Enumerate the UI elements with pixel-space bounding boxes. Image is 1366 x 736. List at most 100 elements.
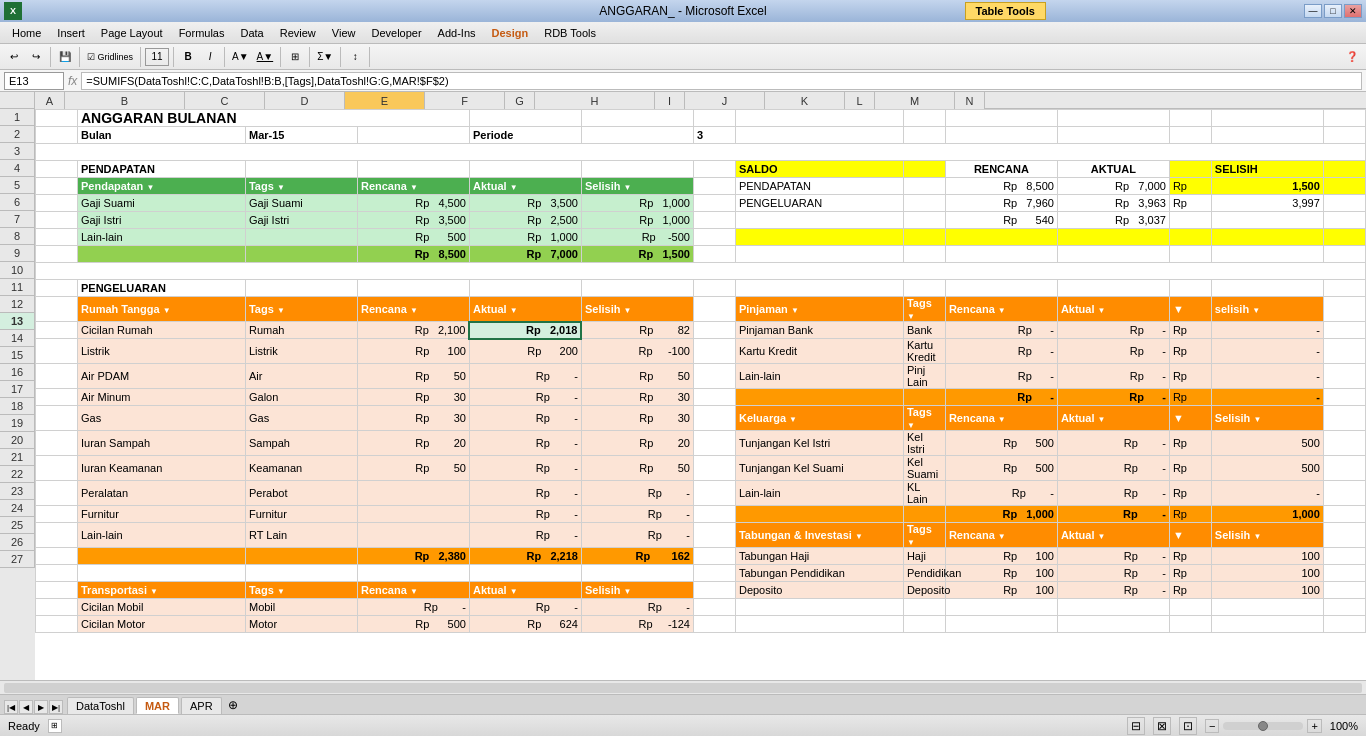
- tabungan-col-header[interactable]: Tabungan & Investasi ▼: [735, 523, 903, 548]
- formula-input[interactable]: [81, 72, 1362, 90]
- cell-e13[interactable]: Rp 2,018: [469, 322, 581, 339]
- row-16: Air Minum Galon Rp 30 Rp - Rp 30 Rp - Rp…: [36, 389, 1366, 406]
- row-header[interactable]: 3: [0, 143, 35, 160]
- keluarga-col-header[interactable]: Keluarga ▼: [735, 406, 903, 431]
- save-button[interactable]: 💾: [55, 47, 75, 67]
- menu-insert[interactable]: Insert: [49, 25, 93, 41]
- rumah-tangga-col-header[interactable]: Rumah Tangga ▼: [77, 297, 245, 322]
- rumah-selisih-col-header[interactable]: Selisih ▼: [581, 297, 693, 322]
- gridlines-checkbox[interactable]: ☑ Gridlines: [84, 47, 136, 67]
- pinj-selisih-col-header-l[interactable]: ▼: [1169, 297, 1211, 322]
- row-header[interactable]: 17: [0, 381, 35, 398]
- row-header[interactable]: 9: [0, 245, 35, 262]
- row-header[interactable]: 22: [0, 466, 35, 483]
- restore-button[interactable]: □: [1324, 4, 1342, 18]
- row-header[interactable]: 13: [0, 313, 35, 330]
- redo-button[interactable]: ↪: [26, 47, 46, 67]
- row-header[interactable]: 7: [0, 211, 35, 228]
- menu-add-ins[interactable]: Add-Ins: [430, 25, 484, 41]
- col-header-H[interactable]: H: [535, 92, 655, 109]
- row-header[interactable]: 10: [0, 262, 35, 279]
- row-header[interactable]: 5: [0, 177, 35, 194]
- menu-data[interactable]: Data: [232, 25, 271, 41]
- row-header[interactable]: 11: [0, 279, 35, 296]
- row-header[interactable]: 15: [0, 347, 35, 364]
- row-header[interactable]: 25: [0, 517, 35, 534]
- row-header[interactable]: 4: [0, 160, 35, 177]
- aktual-col-header[interactable]: Aktual ▼: [469, 178, 581, 195]
- col-header-G[interactable]: G: [505, 92, 535, 109]
- col-header-D[interactable]: D: [265, 92, 345, 109]
- col-header-I[interactable]: I: [655, 92, 685, 109]
- toolbar: ↩ ↪ 💾 ☑ Gridlines 11 B I A▼ A▼ ⊞ Σ▼ ↕ ❓: [0, 44, 1366, 70]
- pinj-rencana-col-header[interactable]: Rencana ▼: [945, 297, 1057, 322]
- italic-button[interactable]: I: [200, 47, 220, 67]
- close-button[interactable]: ✕: [1344, 4, 1362, 18]
- row-3: [36, 144, 1366, 161]
- row-header[interactable]: 8: [0, 228, 35, 245]
- cicilan-rumah-cell[interactable]: Cicilan Rumah: [77, 322, 245, 339]
- col-header-E[interactable]: E: [345, 92, 425, 109]
- tags-col-header[interactable]: Tags ▼: [245, 178, 357, 195]
- row-header[interactable]: 26: [0, 534, 35, 551]
- row-header[interactable]: 21: [0, 449, 35, 466]
- menu-developer[interactable]: Developer: [363, 25, 429, 41]
- menu-home[interactable]: Home: [4, 25, 49, 41]
- rencana-col-header[interactable]: Rencana ▼: [357, 178, 469, 195]
- row-header[interactable]: 23: [0, 483, 35, 500]
- horizontal-scrollbar[interactable]: [0, 680, 1366, 694]
- fill-color-button[interactable]: A▼: [229, 47, 252, 67]
- sum-button[interactable]: Σ▼: [314, 47, 336, 67]
- row-header[interactable]: 16: [0, 364, 35, 381]
- col-header-M[interactable]: M: [875, 92, 955, 109]
- pendapatan-col-header[interactable]: Pendapatan ▼: [77, 178, 245, 195]
- font-color-button[interactable]: A▼: [254, 47, 277, 67]
- row-header[interactable]: 2: [0, 126, 35, 143]
- col-header-J[interactable]: J: [685, 92, 765, 109]
- selisih-col-header[interactable]: Selisih ▼: [581, 178, 693, 195]
- transportasi-col-header[interactable]: Transportasi ▼: [77, 582, 245, 599]
- col-header-C[interactable]: C: [185, 92, 265, 109]
- font-size-input[interactable]: 11: [145, 48, 169, 66]
- col-header-L[interactable]: L: [845, 92, 875, 109]
- sort-button[interactable]: ↕: [345, 47, 365, 67]
- row-header[interactable]: 1: [0, 109, 35, 126]
- menu-view[interactable]: View: [324, 25, 364, 41]
- col-header-K[interactable]: K: [765, 92, 845, 109]
- rumah-rencana-col-header[interactable]: Rencana ▼: [357, 297, 469, 322]
- pinjaman-col-header[interactable]: Pinjaman ▼: [735, 297, 903, 322]
- row-header[interactable]: 12: [0, 296, 35, 313]
- pinj-tags-col-header[interactable]: Tags ▼: [903, 297, 945, 322]
- undo-button[interactable]: ↩: [4, 47, 24, 67]
- row-header[interactable]: 14: [0, 330, 35, 347]
- minimize-button[interactable]: —: [1304, 4, 1322, 18]
- gaji-suami-cell[interactable]: Gaji Suami: [77, 195, 245, 212]
- menu-rdb-tools[interactable]: RDB Tools: [536, 25, 604, 41]
- row-22: Lain-lain RT Lain Rp - Rp - Tabungan & I…: [36, 523, 1366, 548]
- menu-review[interactable]: Review: [272, 25, 324, 41]
- col-header-A[interactable]: A: [35, 92, 65, 109]
- row-header[interactable]: 24: [0, 500, 35, 517]
- lain-lain-pendapatan-cell[interactable]: Lain-lain: [77, 229, 245, 246]
- col-header-B[interactable]: B: [65, 92, 185, 109]
- bold-button[interactable]: B: [178, 47, 198, 67]
- menu-design[interactable]: Design: [484, 25, 537, 41]
- row-header[interactable]: 18: [0, 398, 35, 415]
- row-19: Iuran Keamanan Keamanan Rp 50 Rp - Rp 50…: [36, 456, 1366, 481]
- menu-formulas[interactable]: Formulas: [171, 25, 233, 41]
- borders-button[interactable]: ⊞: [285, 47, 305, 67]
- row-header[interactable]: 19: [0, 415, 35, 432]
- col-header-F[interactable]: F: [425, 92, 505, 109]
- col-header-N[interactable]: N: [955, 92, 985, 109]
- gaji-istri-cell[interactable]: Gaji Istri: [77, 212, 245, 229]
- name-box[interactable]: E13: [4, 72, 64, 90]
- row-header[interactable]: 20: [0, 432, 35, 449]
- pinj-selisih-col-header[interactable]: selisih ▼: [1211, 297, 1323, 322]
- row-header[interactable]: 27: [0, 551, 35, 568]
- menu-page-layout[interactable]: Page Layout: [93, 25, 171, 41]
- pinj-aktual-col-header[interactable]: Aktual ▼: [1057, 297, 1169, 322]
- row-header[interactable]: 6: [0, 194, 35, 211]
- rumah-aktual-col-header[interactable]: Aktual ▼: [469, 297, 581, 322]
- help-button[interactable]: ❓: [1342, 47, 1362, 67]
- rumah-tags-col-header[interactable]: Tags ▼: [245, 297, 357, 322]
